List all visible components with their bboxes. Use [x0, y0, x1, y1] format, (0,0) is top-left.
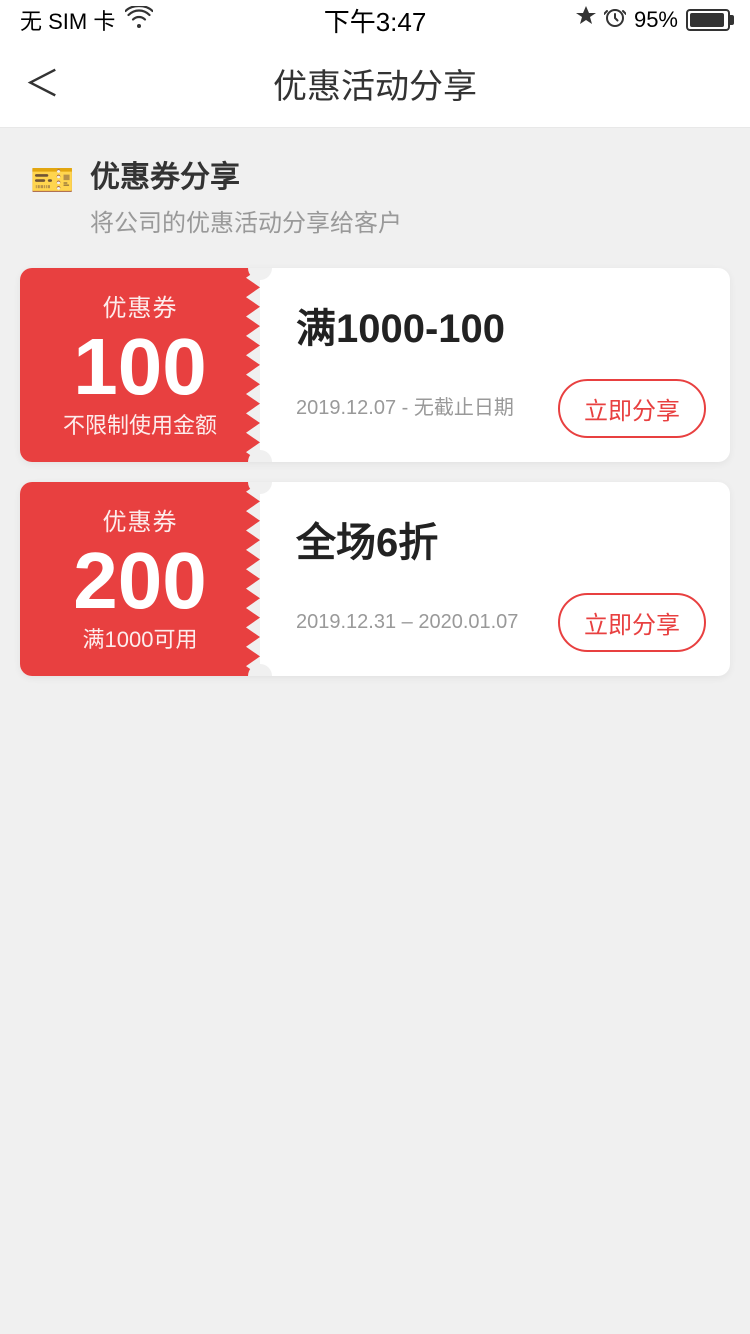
carrier-text: 无 SIM 卡 — [20, 4, 115, 36]
coupon-date-1: 2019.12.07 - 无截止日期 — [296, 394, 514, 422]
coupon-card-2: 优惠券 200 满1000可用 全场6折 2019.12.31 – 2020.0… — [20, 482, 730, 676]
status-right: 95% — [576, 6, 730, 34]
coupon-name-1: 满1000-100 — [296, 296, 706, 354]
coupon-condition-2: 满1000可用 — [83, 625, 198, 656]
page-title: 优惠活动分享 — [273, 59, 477, 108]
alarm-icon — [604, 6, 626, 34]
share-button-2[interactable]: 立即分享 — [558, 593, 706, 652]
coupon-label-1: 优惠券 — [103, 288, 178, 323]
battery-text: 95% — [634, 7, 678, 33]
status-left: 无 SIM 卡 — [20, 4, 153, 36]
nav-bar: ＜ 优惠活动分享 — [0, 40, 750, 128]
coupon-list: 优惠券 100 不限制使用金额 满1000-100 2019.12.07 - 无… — [0, 258, 750, 706]
coupon-left-2: 优惠券 200 满1000可用 — [20, 482, 260, 676]
coupon-value-1: 100 — [73, 327, 206, 407]
section-title: 优惠券分享 — [90, 158, 402, 197]
location-icon — [576, 6, 596, 34]
section-subtitle: 将公司的优惠活动分享给客户 — [90, 203, 402, 238]
share-button-1[interactable]: 立即分享 — [558, 379, 706, 438]
back-button[interactable]: ＜ — [24, 66, 60, 102]
coupon-date-2: 2019.12.31 – 2020.01.07 — [296, 608, 518, 636]
coupon-bottom-1: 2019.12.07 - 无截止日期 立即分享 — [296, 379, 706, 438]
coupon-value-2: 200 — [73, 541, 206, 621]
status-time: 下午3:47 — [324, 2, 427, 39]
coupon-right-2: 全场6折 2019.12.31 – 2020.01.07 立即分享 — [260, 482, 730, 676]
coupon-card-1: 优惠券 100 不限制使用金额 满1000-100 2019.12.07 - 无… — [20, 268, 730, 462]
wifi-icon — [125, 6, 153, 34]
coupon-left-1: 优惠券 100 不限制使用金额 — [20, 268, 260, 462]
status-bar: 无 SIM 卡 下午3:47 95% — [0, 0, 750, 40]
coupon-right-1: 满1000-100 2019.12.07 - 无截止日期 立即分享 — [260, 268, 730, 462]
coupon-section-icon: 🎫 — [30, 158, 74, 202]
zigzag-2 — [246, 482, 260, 676]
coupon-condition-1: 不限制使用金额 — [63, 411, 217, 442]
coupon-label-2: 优惠券 — [103, 502, 178, 537]
battery-icon — [686, 9, 730, 31]
coupon-bottom-2: 2019.12.31 – 2020.01.07 立即分享 — [296, 593, 706, 652]
zigzag-1 — [246, 268, 260, 462]
coupon-name-2: 全场6折 — [296, 510, 706, 568]
section-header: 🎫 优惠券分享 将公司的优惠活动分享给客户 — [0, 128, 750, 258]
empty-area — [0, 706, 750, 1106]
section-text: 优惠券分享 将公司的优惠活动分享给客户 — [90, 158, 402, 238]
